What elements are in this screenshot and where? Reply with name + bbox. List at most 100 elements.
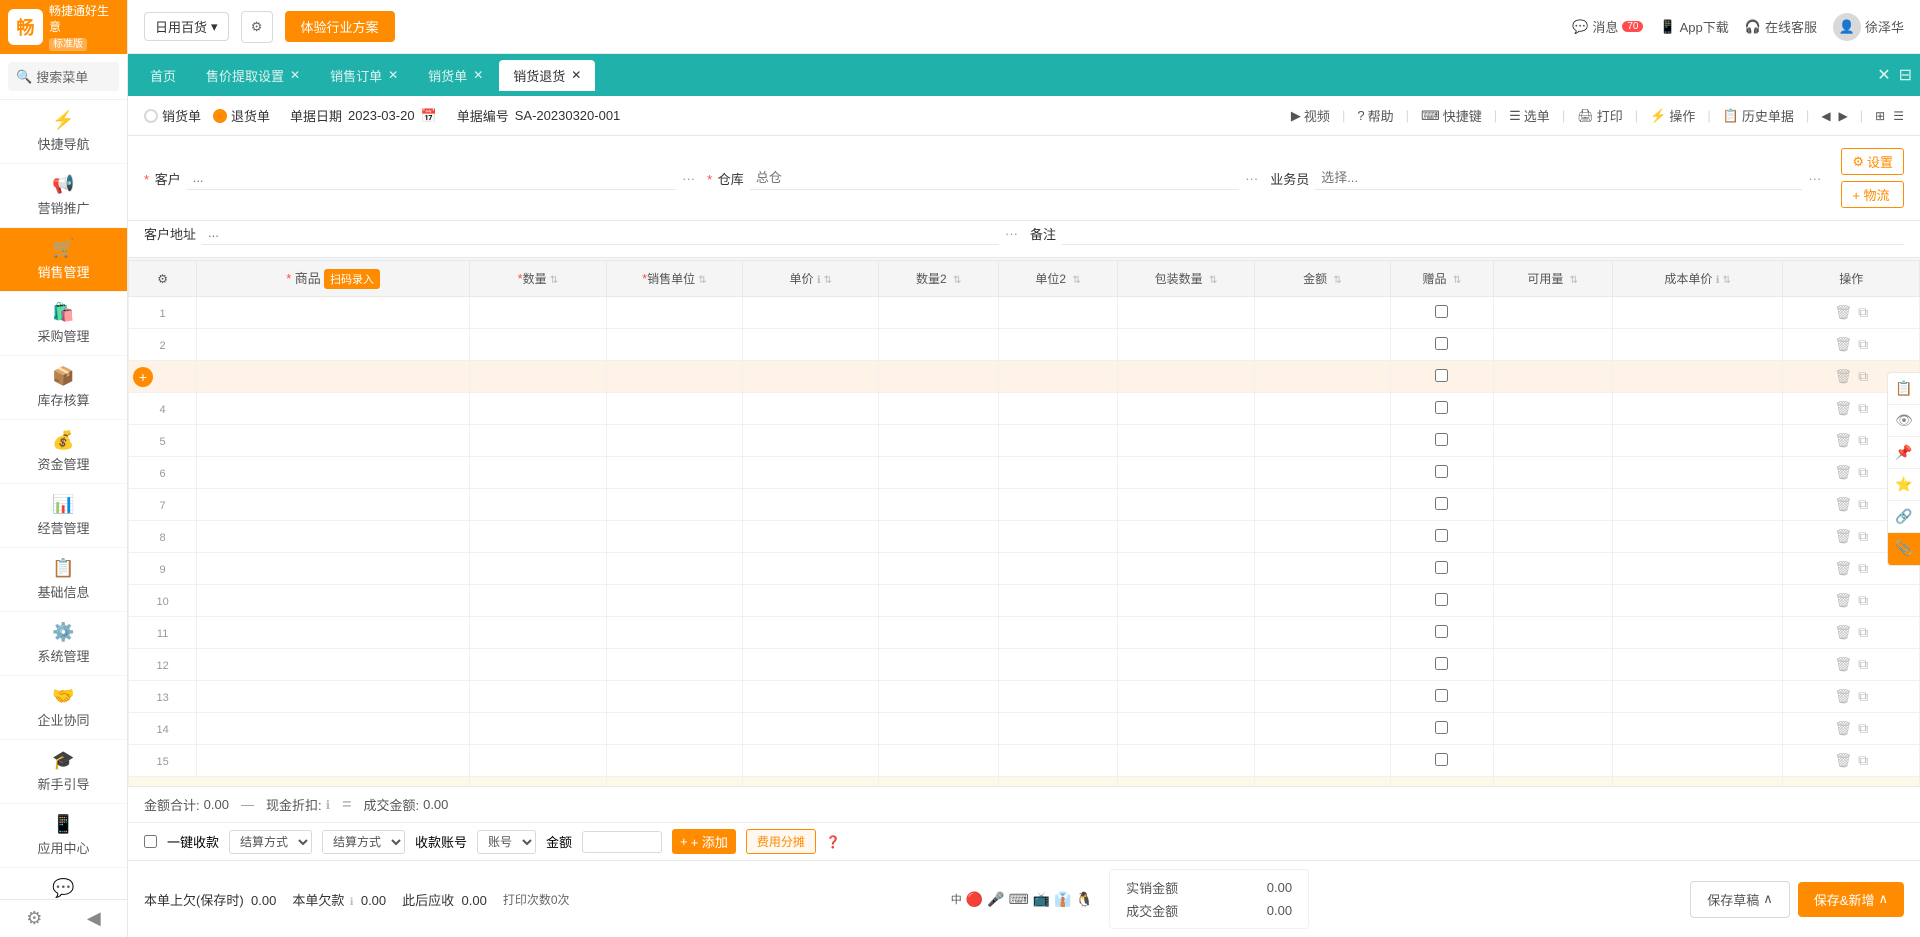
amount-cell[interactable]: [1254, 297, 1390, 329]
gift-checkbox[interactable]: [1435, 401, 1448, 414]
unit2-cell[interactable]: [998, 329, 1117, 361]
costprice-cell[interactable]: [1612, 329, 1783, 361]
delete-row-icon[interactable]: 🗑: [1834, 656, 1852, 673]
logistics-btn[interactable]: + 物流: [1841, 181, 1904, 208]
video-help-btn[interactable]: ▶ 视频: [1291, 106, 1330, 125]
calendar-icon[interactable]: 📅: [421, 108, 437, 124]
bottom-icon2[interactable]: 🎤: [987, 891, 1004, 908]
rsi-item-3[interactable]: 📌: [1888, 437, 1920, 469]
sidebar-item-guide[interactable]: 🎓 新手引导: [0, 740, 127, 804]
bottom-icon4[interactable]: 📺: [1033, 891, 1050, 908]
add-row-button[interactable]: +: [133, 367, 153, 387]
sidebar-item-wecom[interactable]: 💬 企业微信: [0, 868, 127, 899]
gift-checkbox[interactable]: [1435, 625, 1448, 638]
salesperson-lookup-btn[interactable]: ···: [1808, 171, 1821, 186]
gift-checkbox[interactable]: [1435, 753, 1448, 766]
amount-cell[interactable]: [1254, 329, 1390, 361]
qty-cell[interactable]: [470, 297, 606, 329]
daily-category-select[interactable]: 日用百货 ▾: [144, 12, 229, 41]
bottom-icon1[interactable]: 🔴: [966, 891, 983, 908]
tab-home[interactable]: 首页: [136, 60, 190, 91]
gift-checkbox[interactable]: [1435, 689, 1448, 702]
gift-checkbox[interactable]: [1435, 529, 1448, 542]
account-select[interactable]: 账号: [477, 830, 536, 854]
rsi-item-6[interactable]: 📎: [1888, 533, 1920, 565]
bottom-icon5[interactable]: 👔: [1054, 891, 1071, 908]
sidebar-collapse-btn[interactable]: ◀: [87, 908, 101, 929]
qty-cell[interactable]: [470, 361, 606, 393]
price-cell[interactable]: [743, 361, 879, 393]
print-btn[interactable]: 🖨 打印: [1577, 106, 1623, 125]
delete-row-icon[interactable]: 🗑: [1834, 688, 1852, 705]
calc-select[interactable]: 结算方式: [322, 830, 405, 854]
delete-row-icon[interactable]: 🗑: [1834, 304, 1852, 321]
unit-cell[interactable]: [606, 361, 742, 393]
gift-checkbox[interactable]: [1435, 593, 1448, 606]
qty2-cell[interactable]: [879, 361, 998, 393]
address-lookup-btn[interactable]: ···: [1005, 226, 1018, 241]
customer-input[interactable]: [187, 166, 676, 190]
message-button[interactable]: 💬 消息 70: [1572, 17, 1643, 36]
copy-row-icon[interactable]: ⧉: [1858, 304, 1868, 321]
costprice-cell[interactable]: [1612, 361, 1783, 393]
payment-help-icon[interactable]: ❓: [826, 835, 841, 849]
help-btn[interactable]: ? 帮助: [1357, 106, 1393, 125]
gift-checkbox[interactable]: [1435, 561, 1448, 574]
bottom-icon6[interactable]: 🐧: [1076, 891, 1093, 908]
copy-row-icon[interactable]: ⧉: [1858, 592, 1868, 609]
copy-row-icon[interactable]: ⧉: [1858, 688, 1868, 705]
radio-return[interactable]: 退货单: [213, 106, 270, 125]
search-menu-button[interactable]: 🔍 搜索菜单: [8, 62, 119, 91]
next-btn[interactable]: ▶: [1839, 109, 1848, 123]
copy-row-icon[interactable]: ⧉: [1858, 496, 1868, 513]
user-profile-button[interactable]: 👤 徐泽华: [1833, 13, 1904, 41]
tab-sales-return-close[interactable]: ✕: [571, 69, 581, 81]
amount-input[interactable]: [582, 831, 662, 853]
gift-checkbox[interactable]: [1435, 497, 1448, 510]
product-cell[interactable]: [197, 297, 470, 329]
view-toggle-btn[interactable]: ⊞: [1875, 109, 1885, 123]
rsi-item-2[interactable]: 👁: [1888, 405, 1920, 437]
copy-row-icon[interactable]: ⧉: [1858, 368, 1868, 385]
save-draft-button[interactable]: 保存草稿 ∧: [1690, 881, 1790, 918]
sidebar-item-operations[interactable]: 📊 经营管理: [0, 484, 127, 548]
copy-row-icon[interactable]: ⧉: [1858, 528, 1868, 545]
price-cell[interactable]: [743, 297, 879, 329]
tab-price-extract-close[interactable]: ✕: [290, 69, 300, 81]
scan-input-btn[interactable]: 扫码录入: [324, 269, 380, 289]
salesperson-input[interactable]: [1315, 166, 1802, 190]
avail-cell[interactable]: [1493, 329, 1612, 361]
copy-row-icon[interactable]: ⧉: [1858, 400, 1868, 417]
avail-cell[interactable]: [1493, 297, 1612, 329]
tab-menu-icon[interactable]: ⊟: [1899, 65, 1912, 85]
sidebar-item-sales[interactable]: 🛒 销售管理: [0, 228, 127, 292]
copy-row-icon[interactable]: ⧉: [1858, 464, 1868, 481]
avail-cell[interactable]: [1493, 361, 1612, 393]
rsi-item-5[interactable]: 🔗: [1888, 501, 1920, 533]
delete-row-icon[interactable]: 🗑: [1834, 752, 1852, 769]
delete-row-icon[interactable]: 🗑: [1834, 528, 1852, 545]
bottom-icon3[interactable]: ⌨: [1009, 891, 1029, 908]
amount-cell[interactable]: [1254, 361, 1390, 393]
radio-sales[interactable]: 销货单: [144, 106, 201, 125]
save-new-button[interactable]: 保存&新增 ∧: [1798, 882, 1904, 917]
unit2-cell[interactable]: [998, 297, 1117, 329]
gift-checkbox[interactable]: [1435, 721, 1448, 734]
print-count[interactable]: 打印次数0次: [503, 891, 570, 908]
warehouse-input[interactable]: [750, 166, 1239, 190]
delete-row-icon[interactable]: 🗑: [1834, 368, 1852, 385]
gift-checkbox[interactable]: [1435, 369, 1448, 382]
settings-btn[interactable]: ⚙ 设置: [1841, 148, 1904, 175]
tab-sales-order-close[interactable]: ✕: [388, 69, 398, 81]
tab-sales-order[interactable]: 销售订单 ✕: [316, 60, 412, 91]
qty2-cell[interactable]: [879, 297, 998, 329]
delete-row-icon[interactable]: 🗑: [1834, 592, 1852, 609]
product-input-active[interactable]: [201, 370, 465, 384]
copy-row-icon[interactable]: ⧉: [1858, 752, 1868, 769]
pkgqty-cell[interactable]: [1118, 361, 1254, 393]
shortcut-btn[interactable]: ⌨ 快捷键: [1421, 106, 1482, 125]
unit-cell[interactable]: [606, 329, 742, 361]
operation-btn[interactable]: ⚡ 操作: [1650, 106, 1695, 125]
sidebar-item-finance[interactable]: 💰 资金管理: [0, 420, 127, 484]
gift-checkbox[interactable]: [1435, 305, 1448, 318]
